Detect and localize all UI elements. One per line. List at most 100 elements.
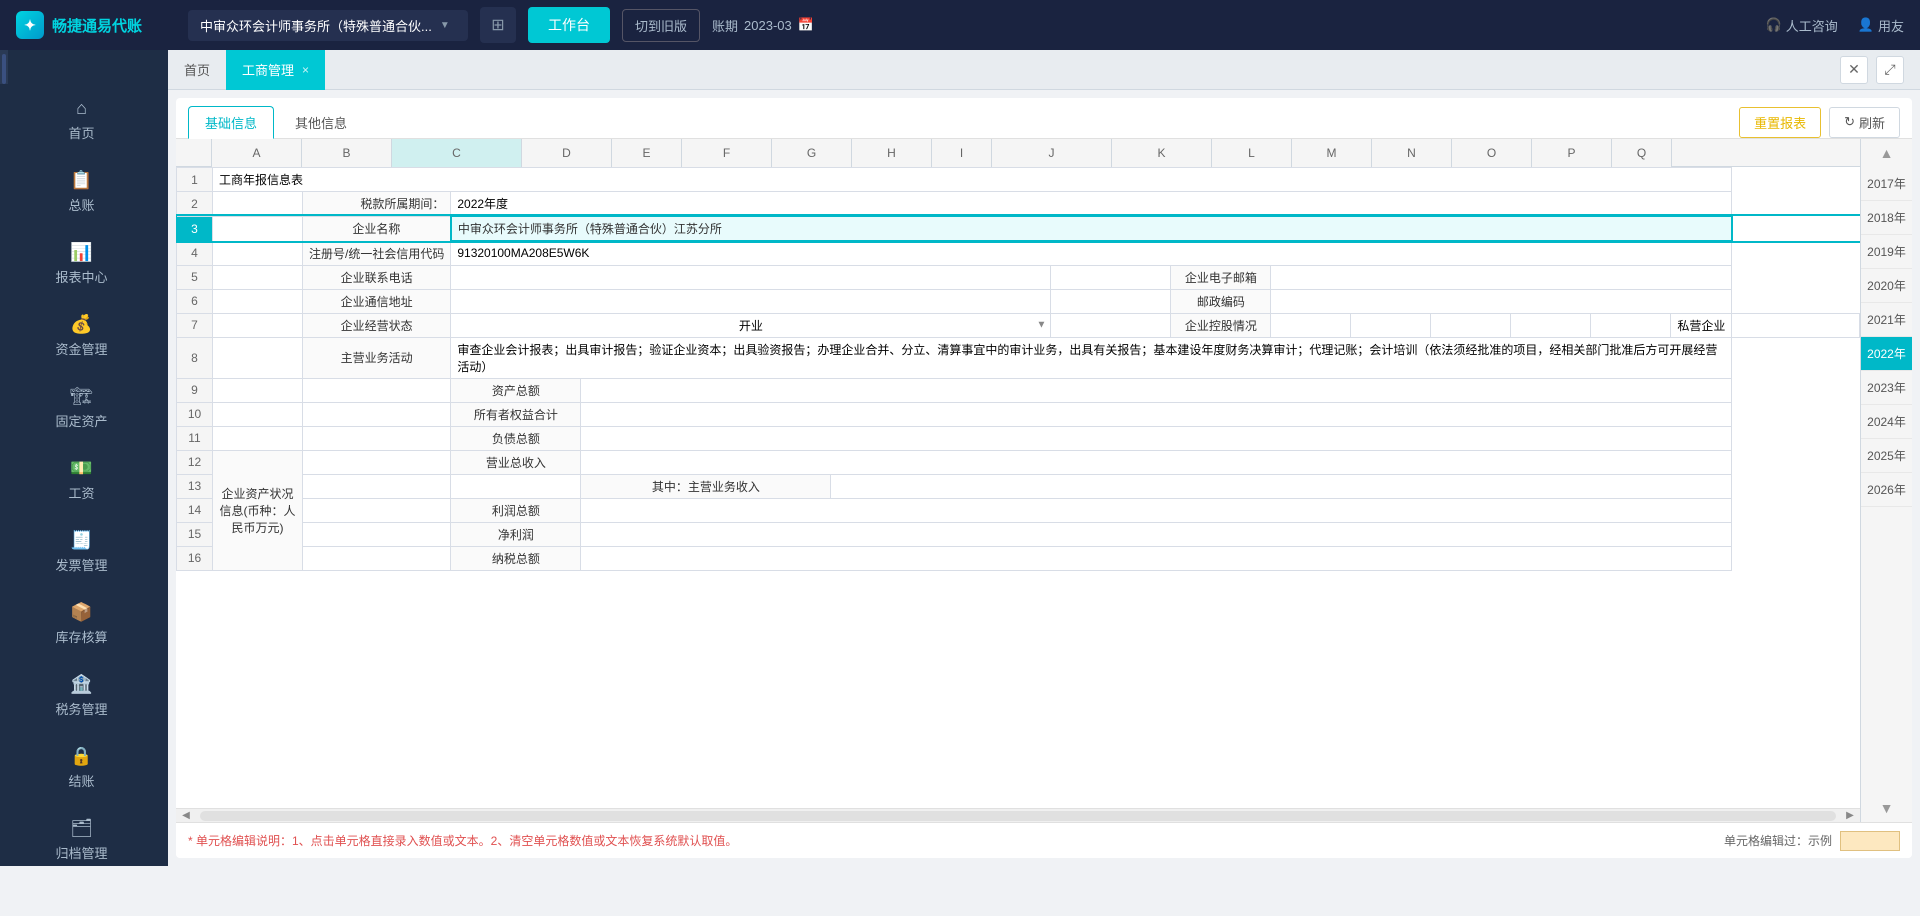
cell-9v[interactable] <box>581 378 1732 402</box>
cell-5i[interactable] <box>1051 265 1171 289</box>
col-header-o[interactable]: O <box>1452 139 1532 167</box>
year-scroll-up[interactable]: ▲ <box>1869 139 1905 167</box>
cell-7a[interactable] <box>213 313 303 337</box>
consult-button[interactable]: 🎧 人工咨询 <box>1766 16 1838 35</box>
year-item-2018[interactable]: 2018年 <box>1861 201 1912 235</box>
horizontal-scrollbar[interactable]: ◀ ▶ <box>176 808 1860 822</box>
cell-6i[interactable] <box>1051 289 1171 313</box>
col-header-i[interactable]: I <box>932 139 992 167</box>
col-header-a[interactable]: A <box>212 139 302 167</box>
cell-8a[interactable] <box>213 337 303 378</box>
cell-2a[interactable] <box>213 192 303 217</box>
cell-7q[interactable] <box>1732 313 1860 337</box>
cell-11v[interactable] <box>581 426 1732 450</box>
cell-16v[interactable] <box>581 546 1732 570</box>
cell-7o[interactable] <box>1591 313 1671 337</box>
cell-7m[interactable] <box>1431 313 1511 337</box>
col-header-c[interactable]: C <box>392 139 522 167</box>
company-selector[interactable]: 中审众环会计师事务所（特殊普通合伙... ▼ <box>188 10 468 41</box>
cell-3a[interactable] <box>213 216 303 241</box>
cell-4a[interactable] <box>213 241 303 265</box>
col-header-k[interactable]: K <box>1112 139 1212 167</box>
sidebar-item-reports[interactable]: 📊报表中心 <box>0 228 160 300</box>
close-window-button[interactable]: ✕ <box>1840 56 1868 84</box>
reset-report-button[interactable]: 重置报表 <box>1739 107 1821 138</box>
col-header-m[interactable]: M <box>1292 139 1372 167</box>
year-scroll-down[interactable]: ▼ <box>1869 794 1905 822</box>
tab-close-icon[interactable]: × <box>302 63 309 77</box>
cell-2c[interactable]: 2022年度 <box>451 192 1732 217</box>
cell-7p[interactable]: 私营企业 <box>1671 313 1732 337</box>
sidebar-item-ledger[interactable]: 📋总账 <box>0 156 160 228</box>
workbench-button[interactable]: 工作台 <box>528 7 610 43</box>
cell-9a[interactable] <box>213 378 303 402</box>
year-item-2026[interactable]: 2026年 <box>1861 473 1912 507</box>
cell-12v[interactable] <box>581 450 1732 474</box>
cell-13c[interactable] <box>451 474 581 498</box>
year-item-2022[interactable]: 2022年 <box>1861 337 1912 371</box>
sidebar-item-wages[interactable]: 💵工资 <box>0 444 160 516</box>
col-header-e[interactable]: E <box>612 139 682 167</box>
cell-7c[interactable]: 开业 ▼ <box>451 313 1051 337</box>
cell-title[interactable]: 工商年报信息表 <box>213 168 1732 192</box>
cell-6a[interactable] <box>213 289 303 313</box>
refresh-button[interactable]: ↻ 刷新 <box>1829 107 1900 138</box>
sidebar-item-inventory[interactable]: 📦库存核算 <box>0 588 160 660</box>
cell-5a[interactable] <box>213 265 303 289</box>
col-header-l[interactable]: L <box>1212 139 1292 167</box>
year-item-2023[interactable]: 2023年 <box>1861 371 1912 405</box>
year-item-2017[interactable]: 2017年 <box>1861 167 1912 201</box>
col-header-j[interactable]: J <box>992 139 1112 167</box>
cell-7i[interactable] <box>1051 313 1171 337</box>
scroll-right-button[interactable]: ▶ <box>1840 809 1860 823</box>
col-header-p[interactable]: P <box>1532 139 1612 167</box>
year-item-2024[interactable]: 2024年 <box>1861 405 1912 439</box>
cell-15v[interactable] <box>581 522 1732 546</box>
period-selector[interactable]: 账期 2023-03 📅 <box>712 16 814 35</box>
cell-13b[interactable] <box>303 474 451 498</box>
file-button[interactable]: ⊞ <box>480 7 516 43</box>
col-header-q[interactable]: Q <box>1612 139 1672 167</box>
year-item-2019[interactable]: 2019年 <box>1861 235 1912 269</box>
col-header-f[interactable]: F <box>682 139 772 167</box>
cell-10v[interactable] <box>581 402 1732 426</box>
cell-16b[interactable] <box>303 546 451 570</box>
sidebar-item-invoice[interactable]: 🧾发票管理 <box>0 516 160 588</box>
user-menu[interactable]: 👤 用友 <box>1858 16 1904 35</box>
cell-10a[interactable] <box>213 402 303 426</box>
subtab-basic[interactable]: 基础信息 <box>188 106 274 139</box>
cell-3c[interactable]: 中审众环会计师事务所（特殊普通合伙）江苏分所 <box>451 216 1732 241</box>
col-header-g[interactable]: G <box>772 139 852 167</box>
cell-10b[interactable] <box>303 402 451 426</box>
sidebar-item-assets[interactable]: 🏗固定资产 <box>0 372 160 444</box>
cell-7n[interactable] <box>1511 313 1591 337</box>
cell-15b[interactable] <box>303 522 451 546</box>
sidebar-item-close[interactable]: 🔒结账 <box>0 732 160 804</box>
sidebar-item-archive[interactable]: 🗂归档管理 <box>0 804 160 866</box>
col-header-b[interactable]: B <box>302 139 392 167</box>
sidebar-item-finance[interactable]: 💰资金管理 <box>0 300 160 372</box>
cell-14v[interactable] <box>581 498 1732 522</box>
cell-11b[interactable] <box>303 426 451 450</box>
old-version-button[interactable]: 切到旧版 <box>622 9 700 42</box>
col-header-h[interactable]: H <box>852 139 932 167</box>
cell-6c[interactable] <box>451 289 1051 313</box>
cell-6k[interactable] <box>1271 289 1732 313</box>
cell-5k[interactable] <box>1271 265 1732 289</box>
cell-11a[interactable] <box>213 426 303 450</box>
cell-8c[interactable]: 审查企业会计报表；出具审计报告；验证企业资本；出具验资报告；办理企业合并、分立、… <box>451 337 1732 378</box>
cell-5c[interactable] <box>451 265 1051 289</box>
sidebar-item-tax[interactable]: 🏦税务管理 <box>0 660 160 732</box>
cell-9b[interactable] <box>303 378 451 402</box>
expand-window-button[interactable]: ⤢ <box>1876 56 1904 84</box>
cell-14b[interactable] <box>303 498 451 522</box>
table-scroll[interactable]: 1 工商年报信息表 2 税款所属期间： 2022年度 <box>176 167 1860 808</box>
cell-13v[interactable] <box>831 474 1732 498</box>
year-item-2020[interactable]: 2020年 <box>1861 269 1912 303</box>
cell-7k[interactable] <box>1271 313 1351 337</box>
subtab-other[interactable]: 其他信息 <box>278 106 364 138</box>
scroll-track[interactable] <box>200 811 1836 821</box>
tab-gongshang[interactable]: 工商管理 × <box>226 50 325 90</box>
sidebar-item-home[interactable]: ⌂首页 <box>0 84 160 156</box>
cell-7l[interactable] <box>1351 313 1431 337</box>
